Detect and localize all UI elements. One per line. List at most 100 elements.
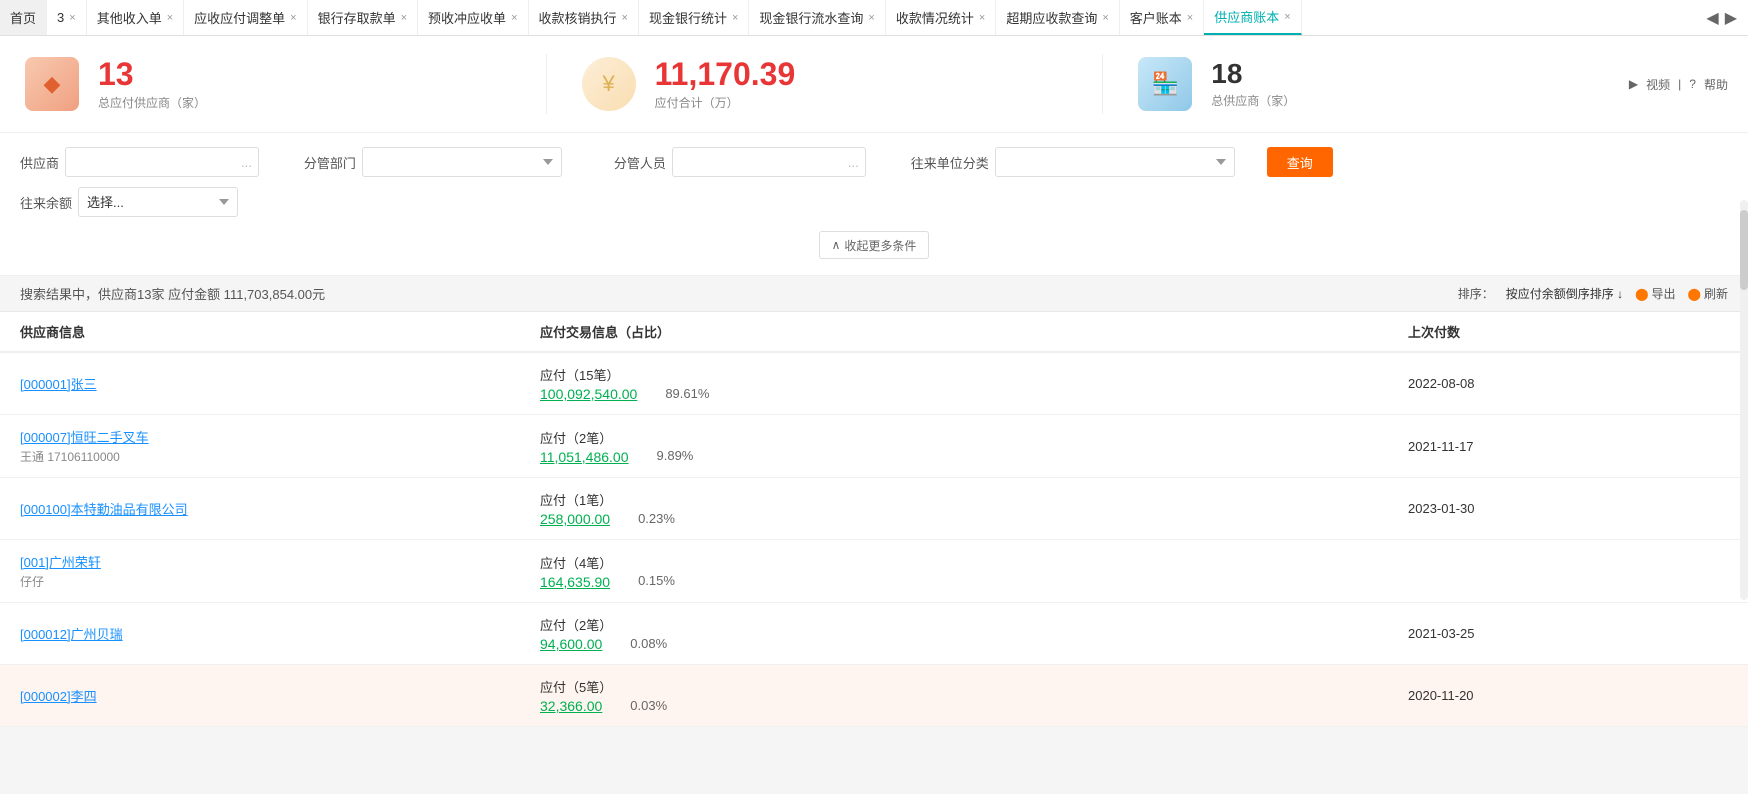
last-pay-date-1: 2022-08-08 (1408, 376, 1728, 391)
nav-overdue-ar[interactable]: 超期应收款查询 × (996, 0, 1119, 35)
supplier-link-1[interactable]: [000001]张三 (20, 377, 97, 392)
query-button[interactable]: 查询 (1267, 147, 1333, 177)
result-info: 搜索结果中，供应商13家 应付金额 111,703,854.00元 (20, 284, 325, 303)
data-table: 供应商信息 应付交易信息（占比） 上次付数 [000001]张三 应付（15笔）… (0, 312, 1748, 727)
last-pay-date-2: 2021-11-17 (1408, 439, 1728, 454)
table-header: 供应商信息 应付交易信息（占比） 上次付数 (0, 312, 1748, 353)
nav-tab3-close[interactable]: × (69, 12, 75, 24)
nav-pre-ar-close[interactable]: × (511, 12, 517, 24)
nav-bank-deposit[interactable]: 银行存取款单 × (308, 0, 418, 35)
help-link[interactable]: 帮助 (1704, 76, 1728, 93)
help-video-icon: ▶ (1629, 77, 1638, 91)
coin-icon: ¥ (582, 57, 636, 111)
payable-label-6: 应付（5笔） (540, 677, 1408, 696)
supplier-sub-2: 王通 17106110000 (20, 448, 540, 465)
nav-customer-book-label: 客户账本 (1130, 8, 1182, 27)
nav-prev-arrow[interactable]: ◀ (1703, 8, 1721, 28)
help-links: ▶ 视频 | ? 帮助 (1629, 76, 1728, 93)
result-actions: 排序： 按应付余额倒序排序 ↓ ⬤ 导出 ⬤ 刷新 (1458, 285, 1728, 302)
collapse-row: ∧ 收起更多条件 (20, 227, 1728, 267)
sort-value[interactable]: 按应付余额倒序排序 ↓ (1506, 285, 1623, 302)
table-row: [000012]广州贝瑞 应付（2笔） 94,600.00 0.08% 2021… (0, 603, 1748, 665)
unit-class-select[interactable] (995, 147, 1235, 177)
supplier-link-6[interactable]: [000002]李四 (20, 689, 97, 704)
ap-suppliers-label: 总应付供应商（家） (98, 94, 206, 111)
payable-amount-1[interactable]: 100,092,540.00 (540, 386, 637, 402)
nav-ar-ap-adjust-label: 应收应付调整单 (194, 8, 285, 27)
table-row: [000002]李四 应付（5笔） 32,366.00 0.03% 2020-1… (0, 665, 1748, 727)
payable-amount-4[interactable]: 164,635.90 (540, 574, 610, 590)
balance-select[interactable]: 选择... (78, 187, 238, 217)
payable-info-2: 应付（2笔） 11,051,486.00 9.89% (540, 428, 1408, 465)
last-pay-date-3: 2023-01-30 (1408, 501, 1728, 516)
dept-label: 分管部门 (304, 153, 356, 172)
last-pay-date-5: 2021-03-25 (1408, 626, 1728, 641)
nav-customer-book-close[interactable]: × (1187, 12, 1193, 24)
nav-pre-ar-label: 预收冲应收单 (428, 8, 506, 27)
person-label: 分管人员 (614, 153, 666, 172)
nav-collection-exec[interactable]: 收款核销执行 × (529, 0, 639, 35)
nav-cash-bank-stat[interactable]: 现金银行统计 × (639, 0, 749, 35)
nav-overdue-ar-close[interactable]: × (1102, 12, 1108, 24)
payable-amount-5[interactable]: 94,600.00 (540, 636, 602, 652)
scrollbar-thumb[interactable] (1740, 210, 1748, 290)
payable-info-1: 应付（15笔） 100,092,540.00 89.61% (540, 365, 1408, 402)
nav-supplier-book-close[interactable]: × (1284, 11, 1290, 23)
ap-amount-label: 应付合计（万） (655, 94, 796, 111)
help-video-link[interactable]: 视频 (1646, 76, 1670, 93)
scrollbar-track[interactable] (1740, 200, 1748, 600)
diamond-icon: ◆ (25, 57, 79, 111)
nav-cash-bank-flow-close[interactable]: × (868, 12, 874, 24)
payable-amount-6[interactable]: 32,366.00 (540, 698, 602, 714)
payable-amount-3[interactable]: 258,000.00 (540, 511, 610, 527)
nav-customer-book[interactable]: 客户账本 × (1120, 0, 1204, 35)
help-divider: | (1678, 77, 1681, 91)
payable-pct-5: 0.08% (630, 636, 667, 651)
supplier-link-5[interactable]: [000012]广州贝瑞 (20, 627, 123, 642)
nav-other-income-close[interactable]: × (167, 12, 173, 24)
nav-pre-ar[interactable]: 预收冲应收单 × (418, 0, 528, 35)
refresh-label: 刷新 (1704, 285, 1728, 302)
nav-tab3[interactable]: 3 × (47, 0, 87, 35)
nav-ar-ap-adjust-close[interactable]: × (290, 12, 296, 24)
supplier-input[interactable] (65, 147, 259, 177)
nav-bank-deposit-close[interactable]: × (401, 12, 407, 24)
refresh-button[interactable]: ⬤ 刷新 (1688, 285, 1728, 302)
collapse-chevron-icon: ∧ (832, 238, 841, 252)
supplier-info-4: [001]广州荣轩 仔仔 (20, 552, 540, 590)
nav-collection-exec-close[interactable]: × (622, 12, 628, 24)
collapse-button[interactable]: ∧ 收起更多条件 (819, 231, 930, 259)
supplier-link-4[interactable]: [001]广州荣轩 (20, 555, 101, 570)
nav-collection-stat-close[interactable]: × (979, 12, 985, 24)
supplier-link-3[interactable]: [000100]本特勤油品有限公司 (20, 502, 188, 517)
nav-cash-bank-stat-close[interactable]: × (732, 12, 738, 24)
filter-row-2: 往来余额 选择... (20, 187, 1728, 217)
supplier-link-2[interactable]: [000007]恒旺二手叉车 (20, 430, 149, 445)
dept-select[interactable] (362, 147, 562, 177)
balance-label: 往来余额 (20, 193, 72, 212)
top-navigation: 首页 3 × 其他收入单 × 应收应付调整单 × 银行存取款单 × 预收冲应收单… (0, 0, 1748, 36)
filter-row-1: 供应商 ... 分管部门 分管人员 ... 往来单位分类 查询 (20, 147, 1728, 177)
col-header-payable: 应付交易信息（占比） (540, 322, 1408, 341)
export-icon: ⬤ (1635, 287, 1648, 301)
nav-collection-stat[interactable]: 收款情况统计 × (886, 0, 996, 35)
filter-supplier: 供应商 ... (20, 147, 252, 177)
payable-pct-1: 89.61% (665, 386, 709, 401)
nav-cash-bank-flow[interactable]: 现金银行流水查询 × (749, 0, 885, 35)
help-icon: ? (1689, 77, 1696, 91)
filter-area: 供应商 ... 分管部门 分管人员 ... 往来单位分类 查询 往来余额 选择 (0, 133, 1748, 276)
nav-supplier-book[interactable]: 供应商账本 × (1204, 0, 1301, 35)
nav-next-arrow[interactable]: ▶ (1722, 8, 1740, 28)
payable-amount-2[interactable]: 11,051,486.00 (540, 449, 629, 465)
supplier-info-2: [000007]恒旺二手叉车 王通 17106110000 (20, 427, 540, 465)
export-button[interactable]: ⬤ 导出 (1635, 285, 1675, 302)
nav-ar-ap-adjust[interactable]: 应收应付调整单 × (184, 0, 307, 35)
payable-pct-3: 0.23% (638, 511, 675, 526)
payable-pct-6: 0.03% (630, 698, 667, 713)
person-input[interactable] (672, 147, 866, 177)
nav-home[interactable]: 首页 (0, 0, 47, 35)
nav-arrows: ◀ ▶ (1695, 8, 1748, 28)
payable-pct-2: 9.89% (657, 448, 694, 463)
nav-other-income[interactable]: 其他收入单 × (87, 0, 184, 35)
nav-bank-deposit-label: 银行存取款单 (318, 8, 396, 27)
